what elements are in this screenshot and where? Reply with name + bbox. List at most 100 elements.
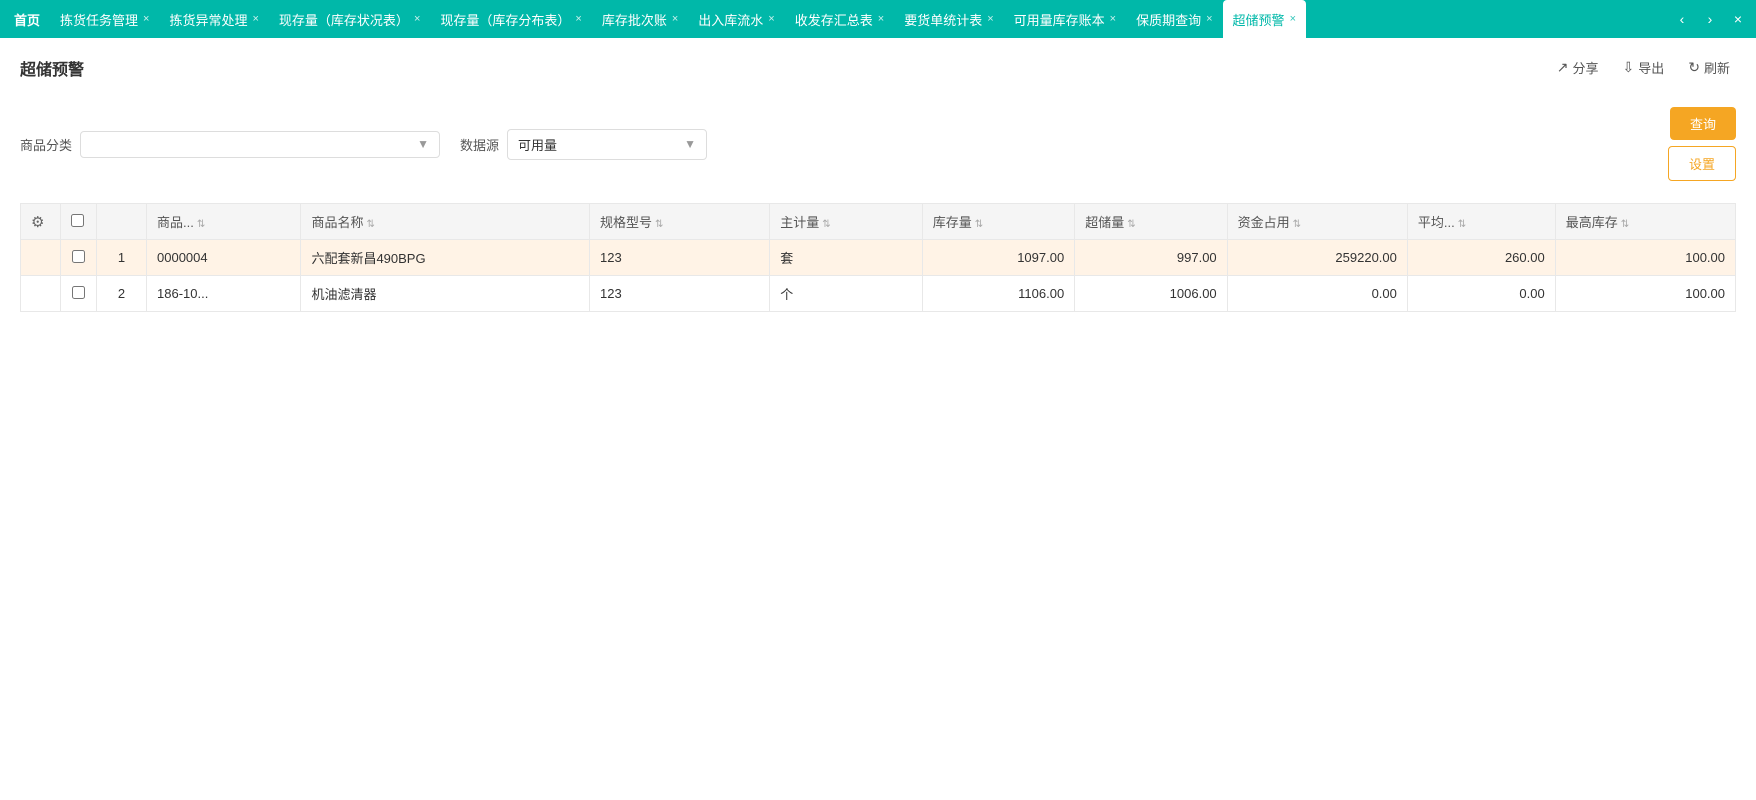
page-header: 超储预警 ↗ 分享 ⇩ 导出 ↻ 刷新 bbox=[20, 54, 1736, 81]
product-category-select[interactable]: ▼ bbox=[80, 131, 440, 158]
data-source-label: 数据源 bbox=[460, 135, 499, 154]
row-max-stock: 100.00 bbox=[1555, 276, 1735, 312]
col-avg: 平均...⇅ bbox=[1407, 204, 1555, 240]
sort-icon-avg[interactable]: ⇅ bbox=[1458, 219, 1466, 230]
refresh-btn[interactable]: ↻ 刷新 bbox=[1682, 54, 1736, 81]
row-product-name: 六配套新昌490BPG bbox=[301, 240, 590, 276]
row-avg: 260.00 bbox=[1407, 240, 1555, 276]
row-check-cell bbox=[61, 276, 97, 312]
row-checkbox[interactable] bbox=[72, 286, 85, 299]
row-overstock: 1006.00 bbox=[1075, 276, 1227, 312]
nav-close-x[interactable]: × bbox=[672, 13, 678, 25]
nav-close-x[interactable]: × bbox=[1290, 13, 1296, 25]
row-stock: 1097.00 bbox=[922, 240, 1074, 276]
nav-prev-btn[interactable]: ‹ bbox=[1668, 0, 1696, 38]
row-check-cell bbox=[61, 240, 97, 276]
nav-close-btn[interactable]: × bbox=[1724, 0, 1752, 38]
page-title: 超储预警 bbox=[20, 56, 84, 80]
data-source-value: 可用量 bbox=[518, 135, 557, 154]
data-source-select[interactable]: 可用量 ▼ bbox=[507, 129, 707, 160]
nav-close-x[interactable]: × bbox=[878, 13, 884, 25]
filter-row: 商品分类 ▼ 数据源 可用量 ▼ 查询 设置 bbox=[20, 97, 1736, 191]
nav-item-label: 收发存汇总表 bbox=[795, 10, 873, 29]
table-row: 1 0000004 六配套新昌490BPG 123 套 1097.00 997.… bbox=[21, 240, 1736, 276]
nav-close-x[interactable]: × bbox=[1206, 13, 1212, 25]
row-index: 1 bbox=[97, 240, 147, 276]
nav-close-x[interactable]: × bbox=[414, 13, 420, 25]
col-product-name: 商品名称⇅ bbox=[301, 204, 590, 240]
nav-item-label: 拣货任务管理 bbox=[60, 10, 138, 29]
col-gear: ⚙ bbox=[21, 204, 61, 240]
nav-item-label: 可用量库存账本 bbox=[1014, 10, 1105, 29]
product-category-chevron: ▼ bbox=[417, 137, 429, 151]
nav-item-home[interactable]: 首页 bbox=[4, 0, 50, 38]
nav-item-stock-dist[interactable]: 现存量（库存分布表）× bbox=[430, 0, 591, 38]
col-product-code: 商品...⇅ bbox=[147, 204, 301, 240]
nav-close-x[interactable]: × bbox=[1110, 13, 1116, 25]
row-stock: 1106.00 bbox=[922, 276, 1074, 312]
nav-item-label: 出入库流水 bbox=[698, 10, 763, 29]
nav-item-shelf-life[interactable]: 保质期查询 × bbox=[1126, 0, 1222, 38]
nav-item-task[interactable]: 拣货任务管理 × bbox=[50, 0, 159, 38]
sort-icon-max-stock[interactable]: ⇅ bbox=[1621, 219, 1629, 230]
nav-close-x[interactable]: × bbox=[987, 13, 993, 25]
row-product-name: 机油滤清器 bbox=[301, 276, 590, 312]
nav-close-x[interactable]: × bbox=[252, 13, 258, 25]
nav-item-exception[interactable]: 拣货异常处理 × bbox=[159, 0, 268, 38]
nav-item-summary[interactable]: 收发存汇总表 × bbox=[785, 0, 894, 38]
page-content: 超储预警 ↗ 分享 ⇩ 导出 ↻ 刷新 商品分类 ▼ 数据源 bbox=[0, 38, 1756, 800]
sort-icon-spec[interactable]: ⇅ bbox=[655, 219, 663, 230]
sort-icon-capital[interactable]: ⇅ bbox=[1293, 219, 1301, 230]
filter-buttons: 查询 设置 bbox=[1668, 107, 1736, 181]
export-icon: ⇩ bbox=[1623, 59, 1635, 76]
nav-item-stock-status[interactable]: 现存量（库存状况表） × bbox=[269, 0, 430, 38]
nav-item-label: 拣货异常处理 bbox=[169, 10, 247, 29]
share-btn[interactable]: ↗ 分享 bbox=[1551, 54, 1605, 81]
col-capital: 资金占用⇅ bbox=[1227, 204, 1407, 240]
row-gear-cell bbox=[21, 276, 61, 312]
nav-item-label: 保质期查询 bbox=[1136, 10, 1201, 29]
sort-icon-overstock[interactable]: ⇅ bbox=[1127, 219, 1135, 230]
product-category-value bbox=[91, 137, 95, 152]
nav-next-btn[interactable]: › bbox=[1696, 0, 1724, 38]
settings-button[interactable]: 设置 bbox=[1668, 146, 1736, 181]
row-capital: 259220.00 bbox=[1227, 240, 1407, 276]
row-overstock: 997.00 bbox=[1075, 240, 1227, 276]
query-button[interactable]: 查询 bbox=[1670, 107, 1736, 140]
nav-close-x[interactable]: × bbox=[143, 13, 149, 25]
header-actions: ↗ 分享 ⇩ 导出 ↻ 刷新 bbox=[1551, 54, 1736, 81]
sort-icon-product-name[interactable]: ⇅ bbox=[366, 219, 374, 230]
table-row: 2 186-10... 机油滤清器 123 个 1106.00 1006.00 … bbox=[21, 276, 1736, 312]
row-max-stock: 100.00 bbox=[1555, 240, 1735, 276]
nav-close-x[interactable]: × bbox=[768, 13, 774, 25]
sort-icon-stock[interactable]: ⇅ bbox=[975, 219, 983, 230]
row-gear-cell bbox=[21, 240, 61, 276]
sort-icon-product-code[interactable]: ⇅ bbox=[197, 219, 205, 230]
col-overstock: 超储量⇅ bbox=[1075, 204, 1227, 240]
nav-item-batch[interactable]: 库存批次账× bbox=[592, 0, 688, 38]
gear-icon[interactable]: ⚙ bbox=[31, 214, 44, 231]
row-spec: 123 bbox=[590, 276, 770, 312]
sort-icon-unit[interactable]: ⇅ bbox=[822, 219, 830, 230]
export-btn[interactable]: ⇩ 导出 bbox=[1617, 54, 1671, 81]
nav-item-flow[interactable]: 出入库流水 × bbox=[688, 0, 784, 38]
col-max-stock: 最高库存⇅ bbox=[1555, 204, 1735, 240]
row-index: 2 bbox=[97, 276, 147, 312]
row-product-code: 186-10... bbox=[147, 276, 301, 312]
select-all-checkbox[interactable] bbox=[71, 214, 84, 227]
row-checkbox[interactable] bbox=[72, 250, 85, 263]
nav-close-x[interactable]: × bbox=[575, 13, 581, 25]
row-product-code: 0000004 bbox=[147, 240, 301, 276]
data-table: ⚙ 商品...⇅ 商品名称⇅ 规格型号⇅ 主计量⇅ bbox=[20, 203, 1736, 312]
row-capital: 0.00 bbox=[1227, 276, 1407, 312]
nav-item-label: 现存量（库存状况表） bbox=[279, 10, 409, 29]
nav-item-overstock[interactable]: 超储预警× bbox=[1223, 0, 1306, 38]
product-category-filter: 商品分类 ▼ bbox=[20, 131, 440, 158]
row-avg: 0.00 bbox=[1407, 276, 1555, 312]
nav-item-available[interactable]: 可用量库存账本 × bbox=[1004, 0, 1126, 38]
nav-bar: 首页拣货任务管理×拣货异常处理×现存量（库存状况表）×现存量（库存分布表）×库存… bbox=[0, 0, 1756, 38]
nav-item-order-stats[interactable]: 要货单统计表× bbox=[894, 0, 1003, 38]
share-icon: ↗ bbox=[1557, 59, 1569, 76]
product-category-label: 商品分类 bbox=[20, 135, 72, 154]
row-unit: 套 bbox=[770, 240, 922, 276]
